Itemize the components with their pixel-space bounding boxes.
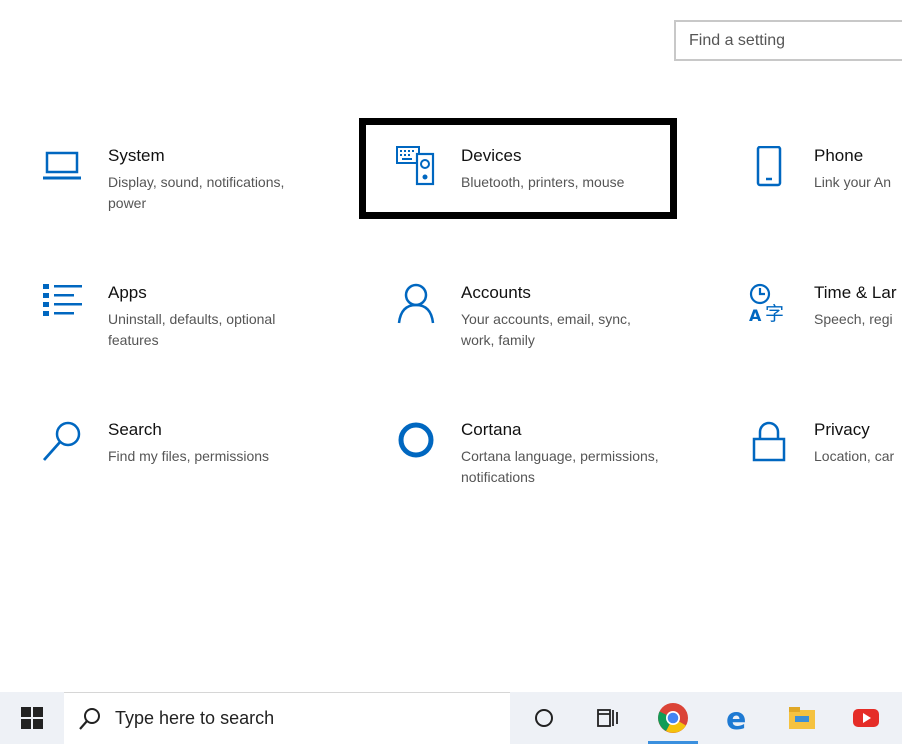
tile-title: Search <box>108 420 162 439</box>
svg-text:A: A <box>749 306 762 325</box>
tile-time-language[interactable]: A 字 Time & Lar Speech, regi <box>748 283 902 373</box>
tile-description: Bluetooth, printers, mouse <box>461 174 625 190</box>
apps-list-icon <box>42 283 86 327</box>
tile-description: Speech, regi <box>814 311 893 327</box>
svg-text:e: e <box>726 702 746 734</box>
youtube-icon[interactable] <box>850 702 882 734</box>
lock-icon <box>748 420 792 464</box>
tile-title: System <box>108 146 165 165</box>
cortana-icon <box>395 420 439 464</box>
tile-description: Find my files, permissions <box>108 448 270 464</box>
tile-accounts[interactable]: Accounts Your accounts, email, sync, wor… <box>395 283 715 373</box>
edge-icon[interactable]: e <box>722 702 754 734</box>
taskbar-search-box[interactable]: Type here to search <box>64 692 510 744</box>
search-icon <box>42 420 86 464</box>
cortana-circle-icon[interactable] <box>528 702 560 734</box>
tile-title: Devices <box>461 146 522 165</box>
tile-devices[interactable]: Devices Bluetooth, printers, mouse <box>395 146 715 236</box>
person-icon <box>395 283 439 327</box>
tile-description: Cortana language, permissions, notificat… <box>461 448 659 485</box>
tile-privacy[interactable]: Privacy Location, car <box>748 420 902 510</box>
tile-description: Your accounts, email, sync, work, family <box>461 311 631 348</box>
phone-icon <box>748 146 792 190</box>
laptop-icon <box>42 146 86 190</box>
tile-description: Uninstall, defaults, optional features <box>108 311 276 348</box>
start-button[interactable] <box>0 692 64 744</box>
taskbar: Type here to search e <box>0 692 902 744</box>
tile-cortana[interactable]: Cortana Cortana language, permissions, n… <box>395 420 715 510</box>
tile-phone[interactable]: Phone Link your An <box>748 146 902 236</box>
tile-apps[interactable]: Apps Uninstall, defaults, optional featu… <box>42 283 362 373</box>
tile-title: Privacy <box>814 420 870 439</box>
time-language-icon: A 字 <box>748 283 792 327</box>
taskbar-search-placeholder: Type here to search <box>115 708 275 728</box>
tile-title: Phone <box>814 146 864 165</box>
magnifier-icon <box>79 708 100 730</box>
task-view-icon[interactable] <box>591 702 623 734</box>
file-explorer-icon[interactable] <box>786 702 818 734</box>
tile-description: Link your An <box>814 174 892 190</box>
chrome-icon[interactable] <box>657 702 689 734</box>
svg-text:字: 字 <box>765 303 784 325</box>
tile-title: Time & Lar <box>814 283 897 302</box>
windows-logo-icon <box>21 707 43 729</box>
tile-system[interactable]: System Display, sound, notifications, po… <box>42 146 362 236</box>
tile-search[interactable]: Search Find my files, permissions <box>42 420 362 510</box>
devices-icon <box>395 146 439 190</box>
tile-title: Cortana <box>461 420 522 439</box>
tile-title: Accounts <box>461 283 531 302</box>
tile-title: Apps <box>108 283 147 302</box>
find-setting-search-box[interactable] <box>674 20 902 61</box>
find-setting-input[interactable] <box>676 22 902 59</box>
tile-description: Display, sound, notifications, power <box>108 174 285 211</box>
tile-description: Location, car <box>814 448 895 464</box>
